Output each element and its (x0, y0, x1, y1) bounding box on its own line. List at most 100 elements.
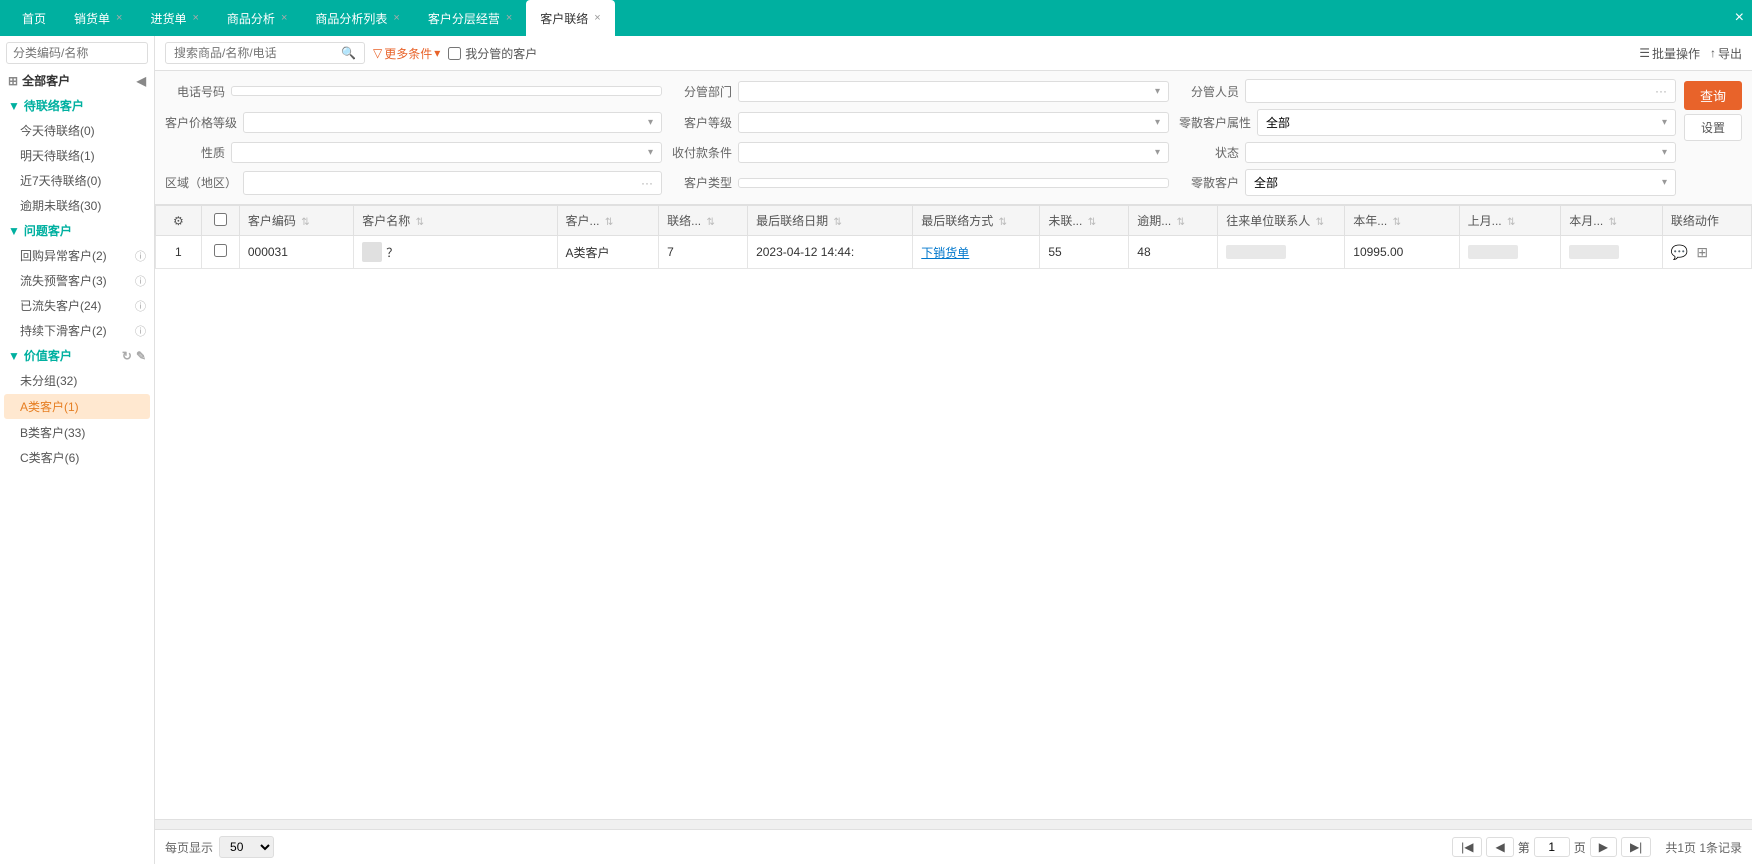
filter-search-input[interactable] (174, 46, 341, 60)
edit-icon[interactable]: ✎ (136, 349, 146, 363)
th-last-contact-date[interactable]: 最后联络日期 ⇅ (748, 206, 913, 236)
sidebar-section-value[interactable]: ▼ 价值客户 ↻ ✎ (0, 343, 154, 368)
sidebar-section-problem[interactable]: ▼ 问题客户 (0, 218, 154, 243)
sidebar-item-ungroup[interactable]: 未分组(32) (0, 368, 154, 393)
close-icon[interactable]: × (506, 12, 512, 24)
page-number-input[interactable] (1534, 837, 1570, 857)
nav-customer-contact[interactable]: 客户联络 × (526, 0, 614, 36)
row-last-contact-method[interactable]: 下销货单 (913, 236, 1040, 269)
refresh-icon[interactable]: ↻ (122, 349, 132, 363)
row-select-checkbox[interactable] (214, 244, 227, 257)
th-this-month[interactable]: 本月... ⇅ (1561, 206, 1663, 236)
my-customers-checkbox[interactable] (448, 47, 461, 60)
payment-select[interactable]: ▾ (738, 142, 1169, 163)
manager-label: 分管人员 (1179, 83, 1239, 100)
th-name[interactable]: 客户名称 ⇅ (354, 206, 557, 236)
sidebar-item-a-class[interactable]: A类客户(1) (4, 394, 150, 419)
th-this-year[interactable]: 本年... ⇅ (1345, 206, 1459, 236)
customer-level-select[interactable]: ▾ (738, 112, 1169, 133)
per-page-label: 每页显示 (165, 839, 213, 856)
sidebar-item-b-class[interactable]: B类客户(33) (0, 420, 154, 445)
sort-icon[interactable]: ⇅ (1393, 217, 1401, 228)
settings-icon[interactable]: ⚙ (173, 214, 184, 228)
phone-input[interactable] (231, 86, 662, 96)
sort-icon[interactable]: ⇅ (1177, 217, 1185, 228)
retail-select[interactable]: 全部 ▾ (1245, 169, 1676, 196)
export-btn[interactable]: ↑ 导出 (1710, 45, 1742, 62)
sidebar-item-overdue[interactable]: 逾期未联络(30) (0, 193, 154, 218)
sort-icon[interactable]: ⇅ (707, 217, 715, 228)
nav-sales[interactable]: 销货单 × (60, 0, 136, 36)
first-page-btn[interactable]: |◀ (1452, 837, 1482, 857)
next-page-btn[interactable]: ▶ (1590, 837, 1617, 857)
sidebar-all-customers[interactable]: ⊞ 全部客户 ◀ (0, 68, 154, 93)
nav-product-list[interactable]: 商品分析列表 × (301, 0, 413, 36)
th-code[interactable]: 客户编码 ⇅ (239, 206, 353, 236)
more-conditions-btn[interactable]: ▽ 更多条件 ▾ (373, 45, 440, 62)
sort-icon[interactable]: ⇅ (999, 217, 1007, 228)
sort-icon[interactable]: ⇅ (1609, 217, 1617, 228)
per-page-select[interactable]: 50 100 200 (219, 836, 274, 858)
setting-btn[interactable]: 设置 (1684, 114, 1742, 141)
sort-icon[interactable]: ⇅ (301, 217, 309, 228)
sort-icon[interactable]: ⇅ (1507, 217, 1515, 228)
close-icon[interactable]: × (281, 12, 287, 24)
customer-type-input[interactable] (738, 178, 1169, 188)
sort-icon[interactable]: ⇅ (833, 217, 841, 228)
price-level-select[interactable]: ▾ (243, 112, 662, 133)
close-icon[interactable]: × (393, 12, 399, 24)
dept-select[interactable]: ▾ (738, 81, 1169, 102)
sort-icon[interactable]: ⇅ (605, 217, 613, 228)
sort-icon[interactable]: ⇅ (1316, 217, 1324, 228)
nav-customer-mgmt[interactable]: 客户分层经营 × (414, 0, 526, 36)
nature-select[interactable]: ▾ (231, 142, 662, 163)
sidebar-item-lost[interactable]: 已流失客户(24) ⓘ (0, 293, 154, 318)
status-select[interactable]: ▾ (1245, 142, 1676, 163)
sidebar-item-tomorrow[interactable]: 明天待联络(1) (0, 143, 154, 168)
query-btn[interactable]: 查询 (1684, 81, 1742, 110)
select-all-checkbox[interactable] (214, 213, 227, 226)
chat-icon[interactable]: 💬 (1671, 244, 1688, 261)
sidebar-search-input[interactable] (13, 46, 155, 60)
close-icon[interactable]: × (594, 12, 600, 24)
batch-op-btn[interactable]: ☰ 批量操作 (1639, 45, 1700, 62)
filter-search-box[interactable]: 🔍 (165, 42, 365, 64)
nav-purchase[interactable]: 进货单 × (136, 0, 212, 36)
sidebar-item-losing[interactable]: 流失预警客户(3) ⓘ (0, 268, 154, 293)
nav-product-analysis[interactable]: 商品分析 × (213, 0, 301, 36)
manager-input[interactable]: ··· (1245, 79, 1676, 103)
my-customers-filter[interactable]: 我分管的客户 (448, 45, 537, 62)
horizontal-scrollbar[interactable] (155, 819, 1752, 829)
nav-close-all[interactable]: × (1735, 9, 1744, 27)
nav-home[interactable]: 首页 (8, 0, 60, 36)
sidebar-item-abnormal[interactable]: 回购异常客户(2) ⓘ (0, 243, 154, 268)
sort-icon[interactable]: ⇅ (1088, 217, 1096, 228)
close-icon[interactable]: × (192, 12, 198, 24)
th-last-month[interactable]: 上月... ⇅ (1459, 206, 1561, 236)
sidebar-item-7days[interactable]: 近7天待联络(0) (0, 168, 154, 193)
th-checkbox[interactable] (201, 206, 239, 236)
search-icon[interactable]: 🔍 (341, 46, 356, 60)
sort-icon[interactable]: ⇅ (416, 217, 424, 228)
prev-page-btn[interactable]: ◀ (1486, 837, 1513, 857)
qr-icon[interactable]: ⊞ (1696, 244, 1708, 261)
th-contact[interactable]: 联络... ⇅ (659, 206, 748, 236)
last-page-btn[interactable]: ▶| (1621, 837, 1651, 857)
th-no-contact[interactable]: 未联... ⇅ (1040, 206, 1129, 236)
sidebar-item-declining[interactable]: 持续下滑客户(2) ⓘ (0, 318, 154, 343)
sidebar-section-pending[interactable]: ▼ 待联络客户 (0, 93, 154, 118)
th-prev-contact[interactable]: 往来单位联系人 ⇅ (1218, 206, 1345, 236)
sidebar-item-today[interactable]: 今天待联络(0) (0, 118, 154, 143)
collapse-icon[interactable]: ◀ (137, 74, 146, 88)
close-icon[interactable]: × (116, 12, 122, 24)
th-type[interactable]: 客户... ⇅ (557, 206, 659, 236)
th-settings[interactable]: ⚙ (156, 206, 202, 236)
th-overdue[interactable]: 逾期... ⇅ (1129, 206, 1218, 236)
th-last-contact-method[interactable]: 最后联络方式 ⇅ (913, 206, 1040, 236)
row-checkbox[interactable] (201, 236, 239, 269)
sidebar-search-box[interactable]: 🔍 (6, 42, 148, 64)
table-header-row: ⚙ 客户编码 ⇅ 客户名称 ⇅ (156, 206, 1752, 236)
retail-attr-select[interactable]: 全部 ▾ (1257, 109, 1676, 136)
sidebar-item-c-class[interactable]: C类客户(6) (0, 445, 154, 470)
region-select[interactable]: ··· (243, 171, 662, 195)
